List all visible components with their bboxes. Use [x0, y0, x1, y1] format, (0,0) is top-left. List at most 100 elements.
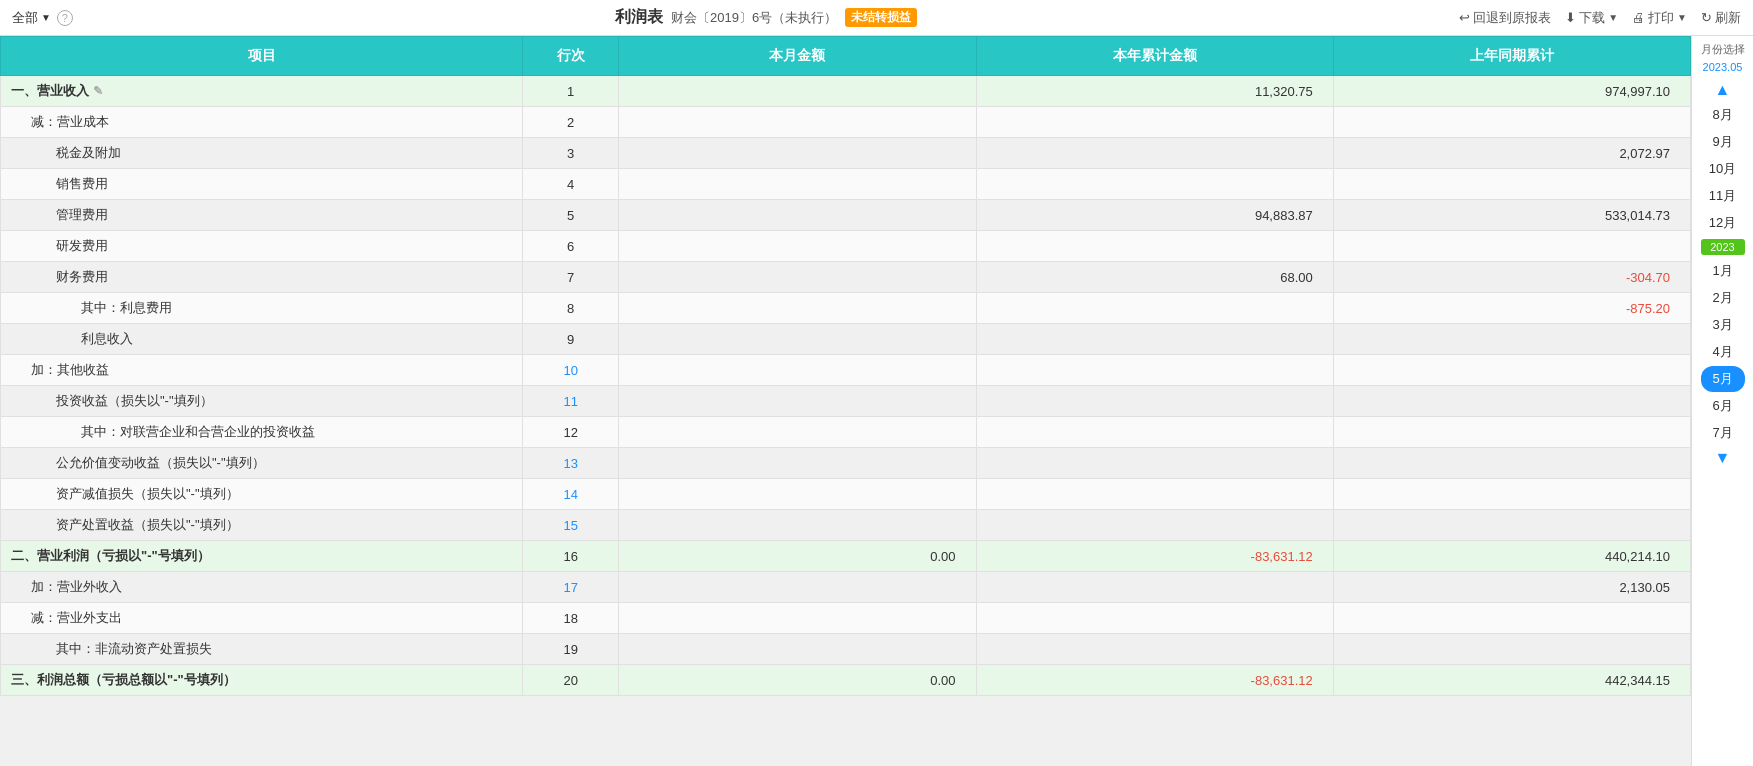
table-cell-item: 其中：对联营企业和合营企业的投资收益	[1, 417, 523, 448]
table-cell-year	[976, 634, 1333, 665]
table-cell-lastyear	[1333, 417, 1690, 448]
month-item[interactable]: 8月	[1701, 102, 1745, 128]
table-cell-year	[976, 510, 1333, 541]
table-cell-rownum: 13	[523, 448, 619, 479]
table-cell-rownum: 19	[523, 634, 619, 665]
table-cell-year: -83,631.12	[976, 665, 1333, 696]
table-cell-item: 管理费用	[1, 200, 523, 231]
scope-dropdown[interactable]: 全部 ▼	[12, 9, 51, 27]
table-cell-rownum: 11	[523, 386, 619, 417]
table-cell-month	[619, 262, 976, 293]
download-arrow-icon: ▼	[1608, 12, 1618, 23]
table-cell-rownum: 14	[523, 479, 619, 510]
month-item[interactable]: 1月	[1701, 258, 1745, 284]
month-item[interactable]: 9月	[1701, 129, 1745, 155]
table-cell-lastyear: -304.70	[1333, 262, 1690, 293]
table-cell-lastyear	[1333, 479, 1690, 510]
table-cell-item: 三、利润总额（亏损总额以"-"号填列）	[1, 665, 523, 696]
table-cell-item: 公允价值变动收益（损失以"-"填列）	[1, 448, 523, 479]
table-cell-lastyear: 533,014.73	[1333, 200, 1690, 231]
download-button[interactable]: ⬇ 下载 ▼	[1565, 9, 1618, 27]
table-cell-month: 0.00	[619, 665, 976, 696]
table-cell-item: 投资收益（损失以"-"填列）	[1, 386, 523, 417]
table-area: 项目 行次 本月金额 本年累计金额 上年同期累计 一、营业收入✎111,320.…	[0, 36, 1691, 766]
table-cell-month	[619, 355, 976, 386]
table-cell-year	[976, 138, 1333, 169]
table-cell-month	[619, 634, 976, 665]
help-icon[interactable]: ?	[57, 10, 73, 26]
table-cell-month: 0.00	[619, 541, 976, 572]
table-cell-month	[619, 417, 976, 448]
edit-icon[interactable]: ✎	[93, 84, 103, 98]
table-cell-month	[619, 572, 976, 603]
table-cell-rownum: 6	[523, 231, 619, 262]
scroll-up-icon[interactable]: ▲	[1715, 81, 1731, 99]
table-cell-item: 资产处置收益（损失以"-"填列）	[1, 510, 523, 541]
scroll-down-icon[interactable]: ▼	[1715, 449, 1731, 467]
month-item[interactable]: 5月	[1701, 366, 1745, 392]
table-cell-year	[976, 169, 1333, 200]
table-cell-rownum: 9	[523, 324, 619, 355]
table-cell-rownum: 10	[523, 355, 619, 386]
month-item[interactable]: 7月	[1701, 420, 1745, 446]
table-cell-month	[619, 138, 976, 169]
table-cell-year: -83,631.12	[976, 541, 1333, 572]
table-cell-item: 其中：利息费用	[1, 293, 523, 324]
year-label[interactable]: 2023	[1701, 239, 1745, 255]
table-cell-rownum: 16	[523, 541, 619, 572]
report-subtitle: 财会〔2019〕6号（未执行）	[671, 9, 837, 27]
month-item[interactable]: 4月	[1701, 339, 1745, 365]
table-cell-month	[619, 386, 976, 417]
return-icon: ↩	[1459, 10, 1470, 25]
main-container: 项目 行次 本月金额 本年累计金额 上年同期累计 一、营业收入✎111,320.…	[0, 36, 1753, 766]
table-cell-rownum: 17	[523, 572, 619, 603]
status-badge[interactable]: 未结转损益	[845, 8, 917, 27]
month-item[interactable]: 3月	[1701, 312, 1745, 338]
month-item[interactable]: 11月	[1701, 183, 1745, 209]
month-item[interactable]: 6月	[1701, 393, 1745, 419]
table-cell-rownum: 4	[523, 169, 619, 200]
top-bar: 全部 ▼ ? 利润表 财会〔2019〕6号（未执行） 未结转损益 ↩ 回退到原报…	[0, 0, 1753, 36]
table-cell-month	[619, 603, 976, 634]
table-cell-month	[619, 479, 976, 510]
table-cell-item: 资产减值损失（损失以"-"填列）	[1, 479, 523, 510]
table-cell-month	[619, 324, 976, 355]
month-item[interactable]: 2月	[1701, 285, 1745, 311]
table-cell-lastyear: -875.20	[1333, 293, 1690, 324]
table-cell-lastyear: 2,072.97	[1333, 138, 1690, 169]
table-cell-lastyear	[1333, 355, 1690, 386]
table-cell-month	[619, 107, 976, 138]
table-cell-year	[976, 107, 1333, 138]
month-selector-title: 月份选择	[1701, 42, 1745, 57]
table-cell-rownum: 5	[523, 200, 619, 231]
refresh-button[interactable]: ↻ 刷新	[1701, 9, 1741, 27]
table-cell-month	[619, 448, 976, 479]
table-cell-lastyear: 2,130.05	[1333, 572, 1690, 603]
top-bar-right: ↩ 回退到原报表 ⬇ 下载 ▼ 🖨 打印 ▼ ↻ 刷新	[1459, 9, 1741, 27]
month-item[interactable]: 12月	[1701, 210, 1745, 236]
table-cell-lastyear	[1333, 510, 1690, 541]
month-item[interactable]: 10月	[1701, 156, 1745, 182]
side-panel: 月份选择 2023.05 ▲ 8月9月10月11月12月20231月2月3月4月…	[1691, 36, 1753, 766]
header-month: 本月金额	[619, 37, 976, 76]
table-cell-rownum: 3	[523, 138, 619, 169]
table-cell-lastyear: 440,214.10	[1333, 541, 1690, 572]
table-cell-month	[619, 293, 976, 324]
table-cell-item: 减：营业成本	[1, 107, 523, 138]
table-cell-lastyear	[1333, 169, 1690, 200]
table-cell-lastyear	[1333, 107, 1690, 138]
table-cell-year	[976, 355, 1333, 386]
table-cell-item: 加：其他收益	[1, 355, 523, 386]
refresh-icon: ↻	[1701, 10, 1712, 25]
top-bar-center: 利润表 财会〔2019〕6号（未执行） 未结转损益	[615, 7, 917, 28]
table-cell-year	[976, 231, 1333, 262]
table-cell-year	[976, 479, 1333, 510]
header-item: 项目	[1, 37, 523, 76]
table-cell-year	[976, 603, 1333, 634]
table-cell-rownum: 15	[523, 510, 619, 541]
table-cell-item: 加：营业外收入	[1, 572, 523, 603]
report-title: 利润表	[615, 7, 663, 28]
return-button[interactable]: ↩ 回退到原报表	[1459, 9, 1551, 27]
print-button[interactable]: 🖨 打印 ▼	[1632, 9, 1687, 27]
table-cell-lastyear: 974,997.10	[1333, 76, 1690, 107]
